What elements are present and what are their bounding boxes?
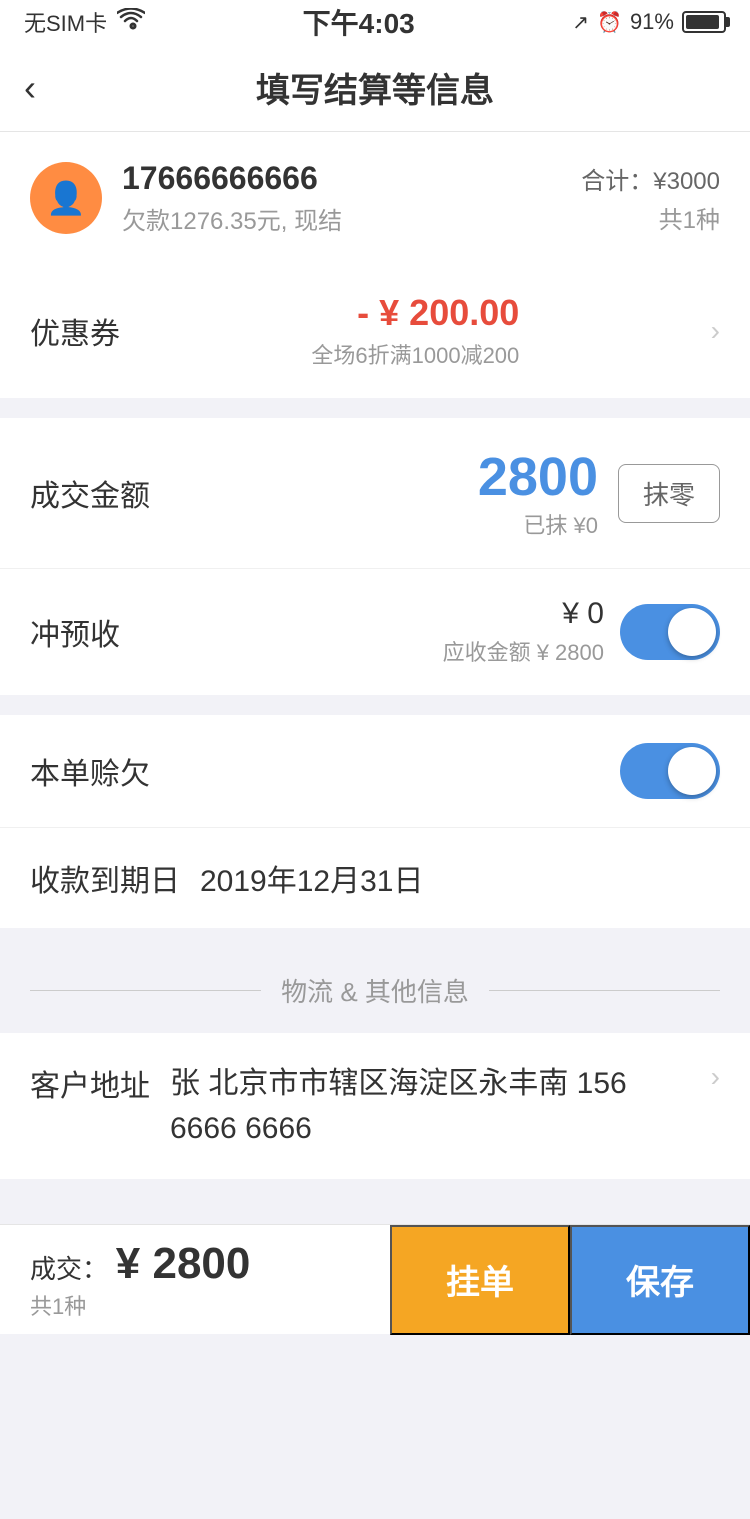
due-value: 2019年12月31日 — [200, 856, 423, 900]
address-chevron-icon: › — [711, 1061, 720, 1093]
bendan-section: 本单赊欠 收款到期日 2019年12月31日 — [0, 715, 750, 928]
due-label: 收款到期日 — [30, 856, 180, 900]
battery-icon — [682, 11, 726, 33]
chong-label: 冲预收 — [30, 610, 120, 654]
customer-phone: 17666666666 — [122, 160, 342, 197]
wifi-icon — [117, 8, 145, 36]
bottom-summary: 成交： ¥ 2800 共1种 — [0, 1239, 390, 1321]
coupon-amount: - ¥ 200.00 — [311, 292, 519, 334]
address-row[interactable]: 客户地址 张 北京市市辖区海淀区永丰南 156 6666 6666 › — [0, 1033, 750, 1179]
chong-toggle-thumb — [668, 608, 716, 656]
status-right: ↗ ⏰ 91% — [572, 9, 726, 35]
customer-info: 17666666666 欠款1276.35元, 现结 — [122, 160, 342, 236]
status-left: 无SIM卡 — [24, 6, 145, 38]
logistics-separator: 物流 & 其他信息 — [0, 948, 750, 1033]
location-icon: ↗ — [572, 10, 589, 35]
battery-text: 91% — [630, 9, 674, 35]
total-label: 合计：¥3000 — [581, 161, 720, 196]
bottom-deal-label: 成交： ¥ 2800 — [30, 1239, 360, 1289]
line-left — [30, 990, 261, 991]
deal-row: 成交金额 2800 已抹 ¥0 抹零 — [0, 418, 750, 568]
bendan-label: 本单赊欠 — [30, 749, 150, 793]
deal-prefix: 成交： — [30, 1254, 108, 1284]
chong-value: ¥ 0 — [443, 597, 604, 631]
customer-row: 👤 17666666666 欠款1276.35元, 现结 合计：¥3000 共1… — [0, 132, 750, 264]
address-value: 张 北京市市辖区海淀区永丰南 156 6666 6666 — [150, 1061, 711, 1151]
status-bar: 无SIM卡 下午4:03 ↗ ⏰ 91% — [0, 0, 750, 44]
nav-bar: ‹ 填写结算等信息 — [0, 44, 750, 132]
chong-row: 冲预收 ¥ 0 应收金额 ¥ 2800 — [0, 568, 750, 695]
deal-right: 2800 已抹 ¥0 抹零 — [478, 446, 720, 540]
bendan-row: 本单赊欠 — [0, 715, 750, 827]
customer-right: 合计：¥3000 共1种 — [581, 161, 720, 235]
coupon-row[interactable]: 优惠券 - ¥ 200.00 全场6折满1000减200 › — [0, 264, 750, 398]
avatar: 👤 — [30, 162, 102, 234]
chong-value-area: ¥ 0 应收金额 ¥ 2800 — [443, 597, 604, 667]
coupon-label: 优惠券 — [30, 309, 120, 353]
amount-section: 成交金额 2800 已抹 ¥0 抹零 冲预收 ¥ 0 应收金额 ¥ 2800 — [0, 418, 750, 695]
alarm-icon: ⏰ — [597, 10, 622, 35]
chong-toggle[interactable] — [620, 604, 720, 660]
round-button[interactable]: 抹零 — [618, 464, 720, 523]
bendan-toggle-thumb — [668, 747, 716, 795]
bottom-bar: 成交： ¥ 2800 共1种 挂单 保存 — [0, 1224, 750, 1334]
logistics-label: 物流 & 其他信息 — [281, 972, 469, 1009]
address-card: 客户地址 张 北京市市辖区海淀区永丰南 156 6666 6666 › — [0, 1033, 750, 1179]
hang-button[interactable]: 挂单 — [390, 1225, 570, 1335]
coupon-right: - ¥ 200.00 全场6折满1000减200 — [311, 292, 519, 370]
bottom-count: 共1种 — [30, 1289, 360, 1321]
customer-sub: 欠款1276.35元, 现结 — [122, 201, 342, 236]
status-time: 下午4:03 — [303, 2, 415, 42]
chong-sub: 应收金额 ¥ 2800 — [443, 635, 604, 667]
avatar-icon: 👤 — [46, 179, 86, 217]
chong-right: ¥ 0 应收金额 ¥ 2800 — [443, 597, 720, 667]
page-title: 填写结算等信息 — [256, 63, 494, 112]
save-button[interactable]: 保存 — [570, 1225, 750, 1335]
bendan-toggle[interactable] — [620, 743, 720, 799]
deal-value: 2800 — [478, 447, 598, 507]
coupon-chevron-icon: › — [711, 315, 720, 347]
sim-text: 无SIM卡 — [24, 6, 107, 38]
back-button[interactable]: ‹ — [24, 67, 36, 109]
deal-sub: 已抹 ¥0 — [478, 508, 598, 540]
line-right — [489, 990, 720, 991]
due-row: 收款到期日 2019年12月31日 — [0, 827, 750, 928]
address-label: 客户地址 — [30, 1061, 150, 1105]
customer-card: 👤 17666666666 欠款1276.35元, 现结 合计：¥3000 共1… — [0, 132, 750, 398]
deal-label: 成交金额 — [30, 471, 150, 515]
bottom-deal-amount: ¥ 2800 — [116, 1239, 251, 1288]
customer-left: 👤 17666666666 欠款1276.35元, 现结 — [30, 160, 342, 236]
total-count: 共1种 — [581, 200, 720, 235]
logistics-section: 物流 & 其他信息 客户地址 张 北京市市辖区海淀区永丰南 156 6666 6… — [0, 948, 750, 1179]
coupon-desc: 全场6折满1000减200 — [311, 338, 519, 370]
